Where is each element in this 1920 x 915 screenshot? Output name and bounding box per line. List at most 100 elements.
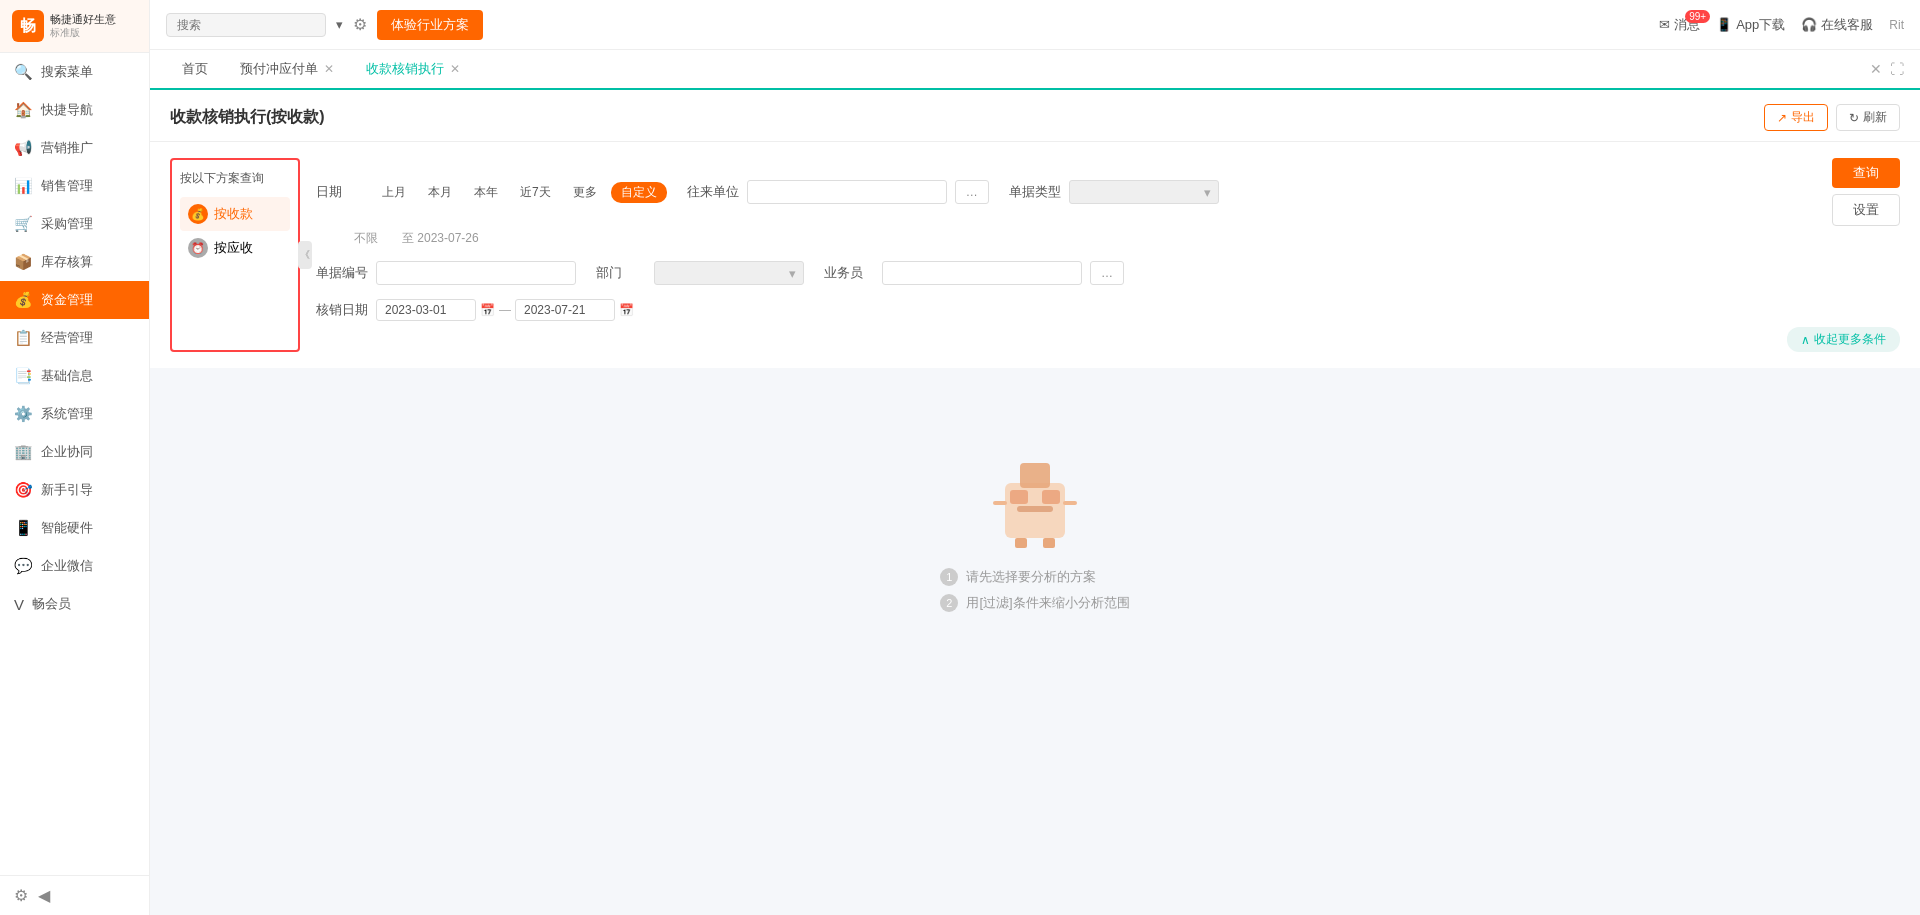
quick-nav-icon: 🏠 bbox=[14, 101, 33, 119]
wechat-icon: 💬 bbox=[14, 557, 33, 575]
tab-spacer bbox=[476, 50, 1870, 88]
tab-actions: ✕ ⛶ bbox=[1870, 50, 1904, 88]
sidebar-item-search-menu[interactable]: 🔍 搜索菜单 bbox=[0, 53, 149, 91]
more-date-btn[interactable]: 更多 bbox=[565, 182, 605, 203]
doc-number-input[interactable] bbox=[376, 261, 576, 285]
department-select[interactable] bbox=[654, 261, 804, 285]
user-name[interactable]: Rit bbox=[1889, 18, 1904, 32]
sidebar-item-label: 搜索菜单 bbox=[41, 63, 93, 81]
svg-rect-2 bbox=[1010, 490, 1028, 504]
sidebar-item-label: 营销推广 bbox=[41, 139, 93, 157]
tab-close-all-icon[interactable]: ✕ bbox=[1870, 61, 1882, 77]
sidebar-item-enterprise[interactable]: 🏢 企业协同 bbox=[0, 433, 149, 471]
settings-button[interactable]: 设置 bbox=[1832, 194, 1900, 226]
sidebar-item-basic-info[interactable]: 📑 基础信息 bbox=[0, 357, 149, 395]
settings-icon[interactable]: ⚙ bbox=[14, 886, 28, 905]
this-year-btn[interactable]: 本年 bbox=[466, 182, 506, 203]
sidebar-item-label: 基础信息 bbox=[41, 367, 93, 385]
sidebar-item-guide[interactable]: 🎯 新手引导 bbox=[0, 471, 149, 509]
counterparty-label: 往来单位 bbox=[687, 183, 739, 201]
filter-panel-collapse[interactable]: 《 bbox=[298, 241, 312, 269]
logo-text-block: 畅捷通好生意 标准版 bbox=[50, 12, 116, 40]
tab-close-prepay[interactable]: ✕ bbox=[324, 62, 334, 76]
export-icon: ↗ bbox=[1777, 111, 1787, 125]
salesperson-more-btn[interactable]: … bbox=[1090, 261, 1124, 285]
tab-home[interactable]: 首页 bbox=[166, 50, 224, 90]
sales-icon: 📊 bbox=[14, 177, 33, 195]
page-title: 收款核销执行(按收款) bbox=[170, 107, 325, 128]
tab-receivable[interactable]: 收款核销执行 ✕ bbox=[350, 50, 476, 90]
tab-close-receivable[interactable]: ✕ bbox=[450, 62, 460, 76]
page-content: 收款核销执行(按收款) ↗ 导出 ↻ 刷新 按以下方案查询 💰 按收款 bbox=[150, 90, 1920, 915]
sidebar-item-quick-nav[interactable]: 🏠 快捷导航 bbox=[0, 91, 149, 129]
verification-date-label: 核销日期 bbox=[316, 301, 368, 319]
salesperson-input[interactable] bbox=[882, 261, 1082, 285]
header-right: ✉ 消息 99+ 📱 App下载 🎧 在线客服 Rit bbox=[1659, 16, 1904, 34]
tab-prepay-label: 预付冲应付单 bbox=[240, 60, 318, 78]
online-service-btn[interactable]: 🎧 在线客服 bbox=[1801, 16, 1873, 34]
date-quick-btns: 上月 本月 本年 近7天 更多 自定义 bbox=[374, 182, 667, 203]
collapse-more-button[interactable]: ∧ 收起更多条件 bbox=[1787, 327, 1900, 352]
page-header: 收款核销执行(按收款) ↗ 导出 ↻ 刷新 bbox=[150, 90, 1920, 142]
sidebar-item-hardware[interactable]: 📱 智能硬件 bbox=[0, 509, 149, 547]
last-month-btn[interactable]: 上月 bbox=[374, 182, 414, 203]
message-badge: 99+ bbox=[1685, 10, 1710, 23]
industry-solution-button[interactable]: 体验行业方案 bbox=[377, 10, 483, 40]
message-icon: ✉ bbox=[1659, 17, 1670, 32]
message-btn[interactable]: ✉ 消息 99+ bbox=[1659, 16, 1700, 34]
app-icon: 📱 bbox=[1716, 17, 1732, 32]
date-field: 日期 上月 本月 本年 近7天 更多 自定义 bbox=[316, 182, 667, 203]
this-month-btn[interactable]: 本月 bbox=[420, 182, 460, 203]
sidebar-nav: 🔍 搜索菜单 🏠 快捷导航 📢 营销推广 📊 销售管理 🛒 采购管理 📦 库存核… bbox=[0, 53, 149, 875]
export-button[interactable]: ↗ 导出 bbox=[1764, 104, 1828, 131]
header-gear-icon[interactable]: ⚙ bbox=[353, 15, 367, 34]
filter-rows: 日期 上月 本月 本年 近7天 更多 自定义 往来单位 bbox=[316, 158, 1900, 321]
sidebar-item-label: 资金管理 bbox=[41, 291, 93, 309]
sidebar-collapse-icon[interactable]: ◀ bbox=[38, 886, 50, 905]
sidebar-item-sales[interactable]: 📊 销售管理 bbox=[0, 167, 149, 205]
system-icon: ⚙️ bbox=[14, 405, 33, 423]
refresh-button[interactable]: ↻ 刷新 bbox=[1836, 104, 1900, 131]
salesperson-field: 业务员 … bbox=[824, 261, 1124, 285]
search-dropdown-icon[interactable]: ▾ bbox=[336, 17, 343, 32]
sidebar-item-purchase[interactable]: 🛒 采购管理 bbox=[0, 205, 149, 243]
doc-type-label: 单据类型 bbox=[1009, 183, 1061, 201]
sidebar-item-marketing[interactable]: 📢 营销推广 bbox=[0, 129, 149, 167]
inventory-icon: 📦 bbox=[14, 253, 33, 271]
last-7days-btn[interactable]: 近7天 bbox=[512, 182, 559, 203]
filter-panel-title: 按以下方案查询 bbox=[180, 170, 290, 187]
header-left: ▾ ⚙ 体验行业方案 bbox=[166, 10, 483, 40]
department-label: 部门 bbox=[596, 264, 646, 282]
sidebar-item-label: 采购管理 bbox=[41, 215, 93, 233]
tab-prepay[interactable]: 预付冲应付单 ✕ bbox=[224, 50, 350, 90]
filter-by-receipt[interactable]: 💰 按收款 bbox=[180, 197, 290, 231]
verification-date-field: 核销日期 📅 — 📅 bbox=[316, 299, 634, 321]
sidebar-item-label: 企业微信 bbox=[41, 557, 93, 575]
query-button[interactable]: 查询 bbox=[1832, 158, 1900, 188]
counterparty-input[interactable] bbox=[747, 180, 947, 204]
counterparty-more-btn[interactable]: … bbox=[955, 180, 989, 204]
app-download-btn[interactable]: 📱 App下载 bbox=[1716, 16, 1785, 34]
filter-panel: 按以下方案查询 💰 按收款 ⏰ 按应收 《 bbox=[170, 158, 300, 352]
global-search-input[interactable] bbox=[166, 13, 326, 37]
sidebar-item-inventory[interactable]: 📦 库存核算 bbox=[0, 243, 149, 281]
filter-action-col: 查询 设置 bbox=[1832, 158, 1900, 226]
verification-date-end[interactable] bbox=[515, 299, 615, 321]
custom-date-btn[interactable]: 自定义 bbox=[611, 182, 667, 203]
sidebar-item-label: 新手引导 bbox=[41, 481, 93, 499]
cal-end-icon[interactable]: 📅 bbox=[619, 303, 634, 317]
sidebar-item-finance[interactable]: 💰 资金管理 bbox=[0, 281, 149, 319]
verification-date-start[interactable] bbox=[376, 299, 476, 321]
app-name: 畅捷通好生意 bbox=[50, 12, 116, 26]
filter-row-2: 单据编号 部门 业务员 bbox=[316, 261, 1900, 285]
doc-type-select[interactable] bbox=[1069, 180, 1219, 204]
sidebar-item-system[interactable]: ⚙️ 系统管理 bbox=[0, 395, 149, 433]
sidebar-item-operations[interactable]: 📋 经营管理 bbox=[0, 319, 149, 357]
cal-start-icon[interactable]: 📅 bbox=[480, 303, 495, 317]
sidebar-item-wechat[interactable]: 💬 企业微信 bbox=[0, 547, 149, 585]
filter-by-receivable[interactable]: ⏰ 按应收 bbox=[180, 231, 290, 265]
tab-expand-icon[interactable]: ⛶ bbox=[1890, 61, 1904, 77]
sidebar-item-member[interactable]: V 畅会员 bbox=[0, 585, 149, 623]
sidebar-item-label: 销售管理 bbox=[41, 177, 93, 195]
svg-rect-4 bbox=[1017, 506, 1053, 512]
